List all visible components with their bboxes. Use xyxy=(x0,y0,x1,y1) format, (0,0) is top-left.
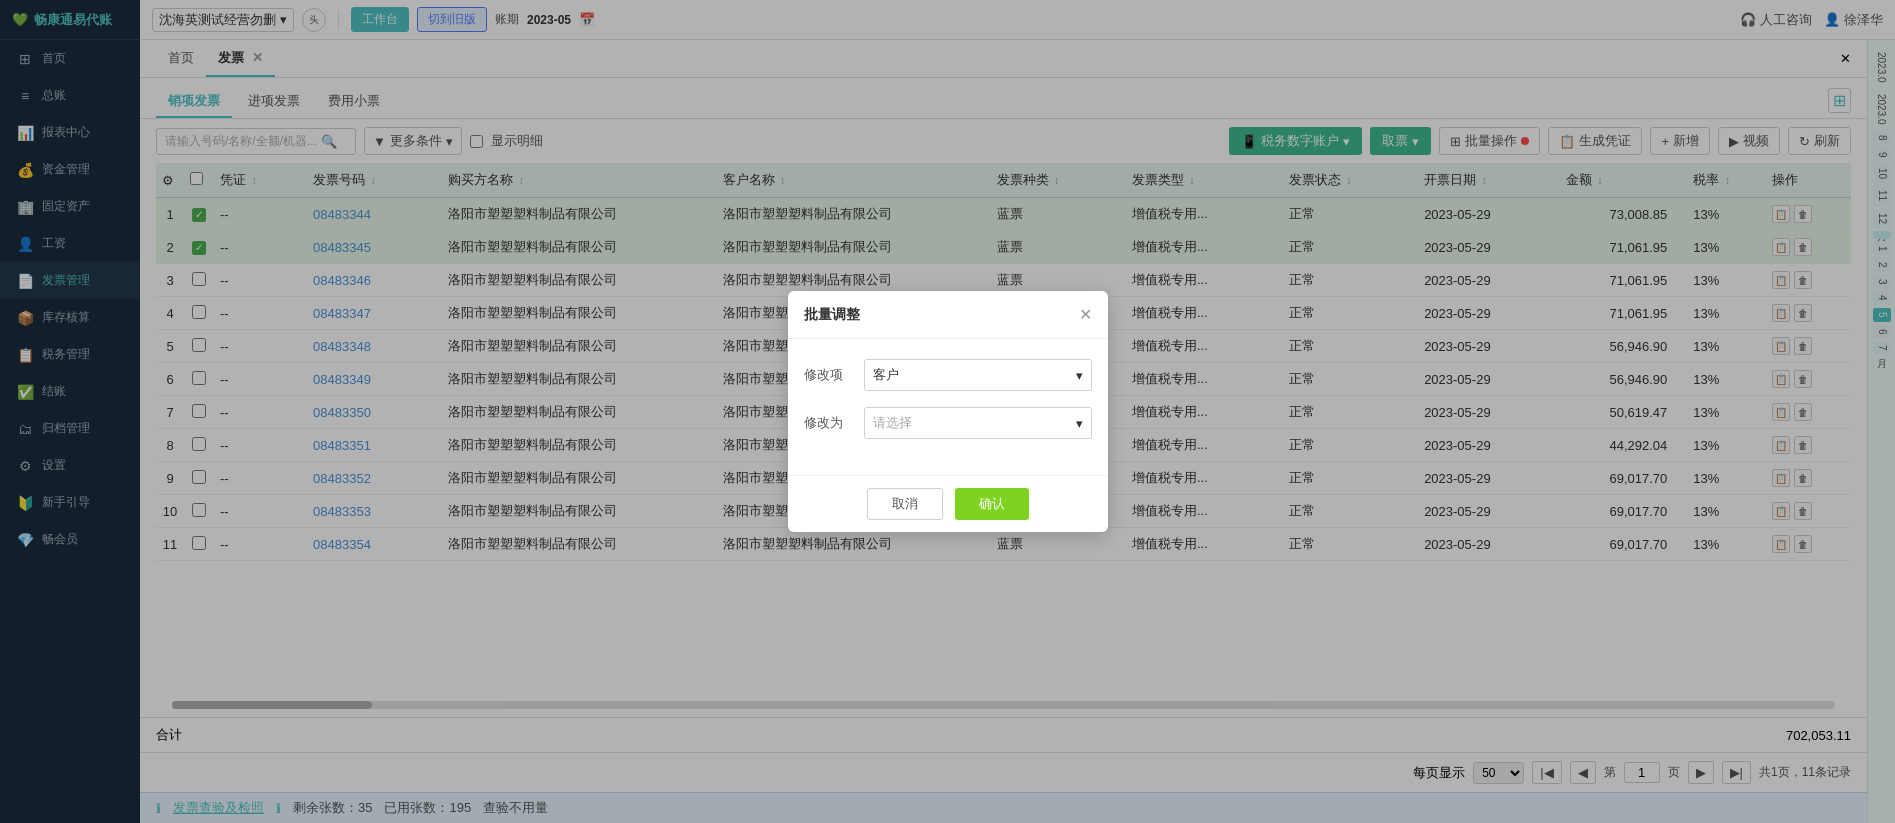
modal-title: 批量调整 xyxy=(804,306,860,324)
field-value: 客户 xyxy=(873,366,899,384)
modal-footer: 取消 确认 xyxy=(788,475,1108,532)
value-label: 修改为 xyxy=(804,414,864,432)
modify-field-row: 修改项 客户 ▾ xyxy=(804,359,1092,391)
value-placeholder: 请选择 xyxy=(873,414,912,432)
chevron-down-icon: ▾ xyxy=(1076,368,1083,383)
confirm-btn[interactable]: 确认 xyxy=(955,488,1029,520)
field-select[interactable]: 客户 ▾ xyxy=(864,359,1092,391)
modal-close-btn[interactable]: ✕ xyxy=(1079,305,1092,324)
batch-adjust-modal: 批量调整 ✕ 修改项 客户 ▾ 修改为 请选择 ▾ 取消 确认 xyxy=(788,291,1108,532)
modal-header: 批量调整 ✕ xyxy=(788,291,1108,339)
modify-value-row: 修改为 请选择 ▾ xyxy=(804,407,1092,439)
value-select[interactable]: 请选择 ▾ xyxy=(864,407,1092,439)
chevron-down-icon2: ▾ xyxy=(1076,416,1083,431)
modal-overlay[interactable]: 批量调整 ✕ 修改项 客户 ▾ 修改为 请选择 ▾ 取消 确认 xyxy=(0,0,1895,823)
field-label: 修改项 xyxy=(804,366,864,384)
cancel-btn[interactable]: 取消 xyxy=(867,488,943,520)
modal-body: 修改项 客户 ▾ 修改为 请选择 ▾ xyxy=(788,339,1108,475)
